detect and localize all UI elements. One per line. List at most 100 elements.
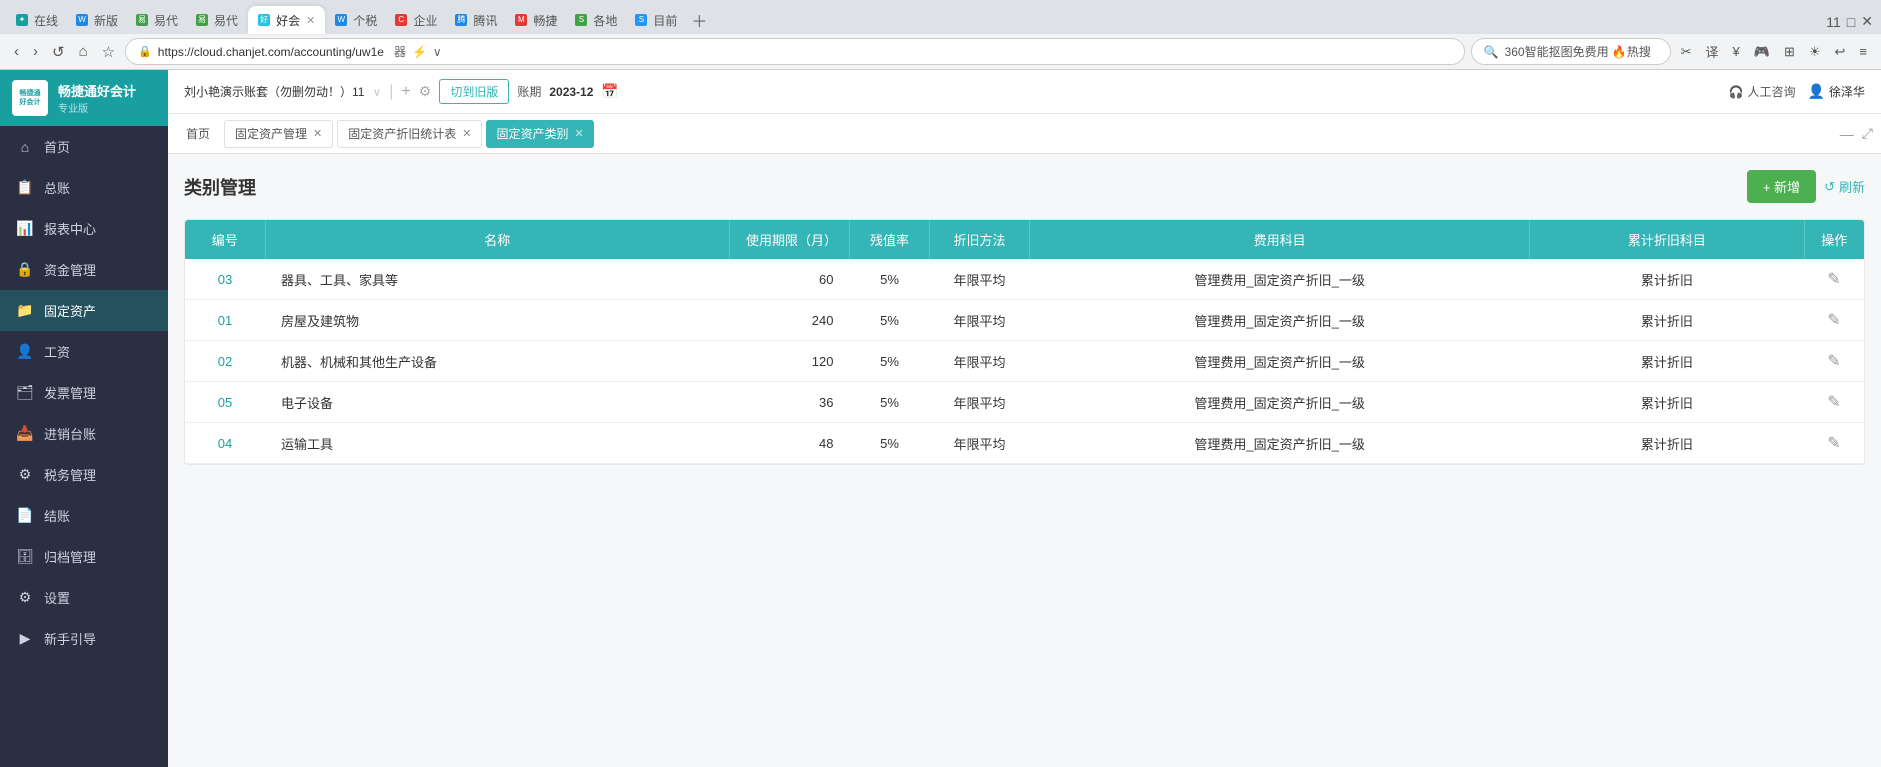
row-rate: 5% <box>850 259 930 300</box>
row-name: 器具、工具、家具等 <box>265 259 730 300</box>
row-months: 36 <box>730 382 850 423</box>
sidebar-item-archive[interactable]: 🗄 归档管理 <box>0 536 168 577</box>
browser-tab-new[interactable]: W 新版 <box>68 6 126 34</box>
switch-version-btn[interactable]: 切到旧版 <box>439 79 509 104</box>
guide-icon: ▶ <box>16 630 34 647</box>
window-maximize[interactable]: □ <box>1847 14 1855 30</box>
brightness-icon[interactable]: ☀ <box>1805 42 1825 62</box>
salary-icon: 👤 <box>16 343 34 360</box>
scissors-icon[interactable]: ✂ <box>1677 42 1696 62</box>
tab-category[interactable]: 固定资产类别 ✕ <box>486 120 593 148</box>
row-accum: 累计折旧 <box>1530 300 1804 341</box>
browser-tab-close[interactable]: ✕ <box>306 14 315 27</box>
col-header-expense: 费用科目 <box>1030 220 1530 259</box>
history-icon[interactable]: ↩ <box>1831 42 1850 62</box>
browser-tab-tax[interactable]: W 个税 <box>327 6 385 34</box>
sidebar-item-tax[interactable]: ⚙ 税务管理 <box>0 454 168 495</box>
refresh-icon: ↺ <box>1824 179 1835 195</box>
row-expense: 管理费用_固定资产折旧_一级 <box>1030 300 1530 341</box>
ledger-icon: 📋 <box>16 179 34 196</box>
new-tab-btn[interactable]: ＋ <box>691 6 707 34</box>
topbar-plus[interactable]: + <box>401 83 410 101</box>
add-btn[interactable]: + 新增 <box>1747 170 1816 203</box>
col-header-months: 使用期限（月） <box>730 220 850 259</box>
browser-tab-online[interactable]: ✦ 在线 <box>8 6 66 34</box>
nav-back[interactable]: ‹ <box>10 41 23 62</box>
service-btn[interactable]: 🎧 人工咨询 <box>1729 83 1796 100</box>
row-code: 03 <box>185 259 265 300</box>
window-minimize[interactable]: 11 <box>1826 14 1841 30</box>
sidebar-item-guide[interactable]: ▶ 新手引导 <box>0 618 168 659</box>
settings-icon: ⚙ <box>16 589 34 606</box>
data-table: 编号 名称 使用期限（月） 残值率 折旧方法 费用科目 累计折旧科目 操作 03… <box>185 220 1864 464</box>
sidebar-item-home[interactable]: ⌂ 首页 <box>0 126 168 167</box>
table-row: 04 运输工具 48 5% 年限平均 管理费用_固定资产折旧_一级 累计折旧 ✎ <box>185 423 1864 464</box>
sidebar-item-invoice[interactable]: 🗂 发票管理 <box>0 372 168 413</box>
game-icon[interactable]: 🎮 <box>1750 42 1774 62</box>
topbar-settings[interactable]: ⚙ <box>419 83 432 100</box>
tab-area-minimize[interactable]: — <box>1840 126 1854 142</box>
tab-depreciation-close[interactable]: ✕ <box>462 127 471 140</box>
sidebar-item-fixed-asset[interactable]: 📁 固定资产 <box>0 290 168 331</box>
edit-btn[interactable]: ✎ <box>1827 433 1840 453</box>
browser-tab-tencent[interactable]: 腾 腾讯 <box>447 6 505 34</box>
edit-btn[interactable]: ✎ <box>1827 351 1840 371</box>
browser-tab-yidai2[interactable]: 易 易代 <box>188 6 246 34</box>
row-action: ✎ <box>1804 341 1864 382</box>
sidebar-item-stock[interactable]: 📥 进销台账 <box>0 413 168 454</box>
nav-refresh[interactable]: ↺ <box>48 41 69 63</box>
row-name: 机器、机械和其他生产设备 <box>265 341 730 382</box>
sidebar-item-fund[interactable]: 🔒 资金管理 <box>0 249 168 290</box>
window-close[interactable]: ✕ <box>1861 13 1873 30</box>
sidebar-item-salary[interactable]: 👤 工资 <box>0 331 168 372</box>
menu-icon[interactable]: ≡ <box>1855 42 1871 61</box>
stock-icon: 📥 <box>16 425 34 442</box>
fund-icon: 🔒 <box>16 261 34 278</box>
sidebar-item-checkout[interactable]: 📄 结账 <box>0 495 168 536</box>
row-accum: 累计折旧 <box>1530 341 1804 382</box>
tab-fixed-asset-mgmt[interactable]: 固定资产管理 ✕ <box>224 120 333 148</box>
sidebar-item-report[interactable]: 📊 报表中心 <box>0 208 168 249</box>
row-expense: 管理费用_固定资产折旧_一级 <box>1030 382 1530 423</box>
coupon-icon[interactable]: ¥ <box>1729 42 1744 61</box>
browser-tab-muqian[interactable]: S 目前 <box>627 6 685 34</box>
topbar-user-info: 刘小艳演示账套（勿删勿动！）11 <box>184 83 364 100</box>
sidebar-header: 畅捷通好会计 畅捷通好会计 专业版 <box>0 70 168 126</box>
browser-tab-changjie[interactable]: M 畅捷 <box>507 6 565 34</box>
sidebar-item-ledger[interactable]: 📋 总账 <box>0 167 168 208</box>
browser-tab-enterprise[interactable]: C 企业 <box>387 6 445 34</box>
row-expense: 管理费用_固定资产折旧_一级 <box>1030 259 1530 300</box>
tab-category-close[interactable]: ✕ <box>575 127 584 140</box>
row-accum: 累计折旧 <box>1530 259 1804 300</box>
sidebar: 畅捷通好会计 畅捷通好会计 专业版 ⌂ 首页 📋 总账 📊 报表中心 🔒 <box>0 70 168 767</box>
sidebar-app-name: 畅捷通好会计 <box>58 81 136 100</box>
browser-tab-gedi[interactable]: S 各地 <box>567 6 625 34</box>
search-box[interactable]: 🔍 360智能抠图免费用 🔥热搜 <box>1471 38 1671 65</box>
nav-bookmark[interactable]: ☆ <box>98 41 119 63</box>
col-header-name: 名称 <box>265 220 730 259</box>
col-header-method: 折旧方法 <box>930 220 1030 259</box>
tab-area-maximize[interactable]: ⤢ <box>1862 125 1873 142</box>
tab-home[interactable]: 首页 <box>176 120 220 148</box>
tab-fixed-asset-mgmt-close[interactable]: ✕ <box>313 127 322 140</box>
edit-btn[interactable]: ✎ <box>1827 310 1840 330</box>
edit-btn[interactable]: ✎ <box>1827 269 1840 289</box>
translate-icon[interactable]: 译 <box>1702 40 1723 63</box>
row-name: 房屋及建筑物 <box>265 300 730 341</box>
grid-icon[interactable]: ⊞ <box>1780 42 1799 62</box>
calendar-icon[interactable]: 📅 <box>601 83 618 100</box>
browser-tab-yidai1[interactable]: 易 易代 <box>128 6 186 34</box>
topbar-username: 徐泽华 <box>1829 83 1865 100</box>
nav-forward[interactable]: › <box>29 41 42 62</box>
browser-tab-haohui[interactable]: 好 好会 ✕ <box>248 6 325 34</box>
table-row: 03 器具、工具、家具等 60 5% 年限平均 管理费用_固定资产折旧_一级 累… <box>185 259 1864 300</box>
refresh-btn[interactable]: ↺ 刷新 <box>1824 177 1865 196</box>
address-bar[interactable]: 🔒 https://cloud.chanjet.com/accounting/u… <box>125 38 1465 65</box>
user-profile[interactable]: 👤 徐泽华 <box>1808 83 1865 100</box>
period-value: 2023-12 <box>549 85 593 99</box>
nav-home[interactable]: ⌂ <box>75 41 92 62</box>
edit-btn[interactable]: ✎ <box>1827 392 1840 412</box>
row-months: 120 <box>730 341 850 382</box>
sidebar-item-settings[interactable]: ⚙ 设置 <box>0 577 168 618</box>
tab-depreciation[interactable]: 固定资产折旧统计表 ✕ <box>337 120 482 148</box>
